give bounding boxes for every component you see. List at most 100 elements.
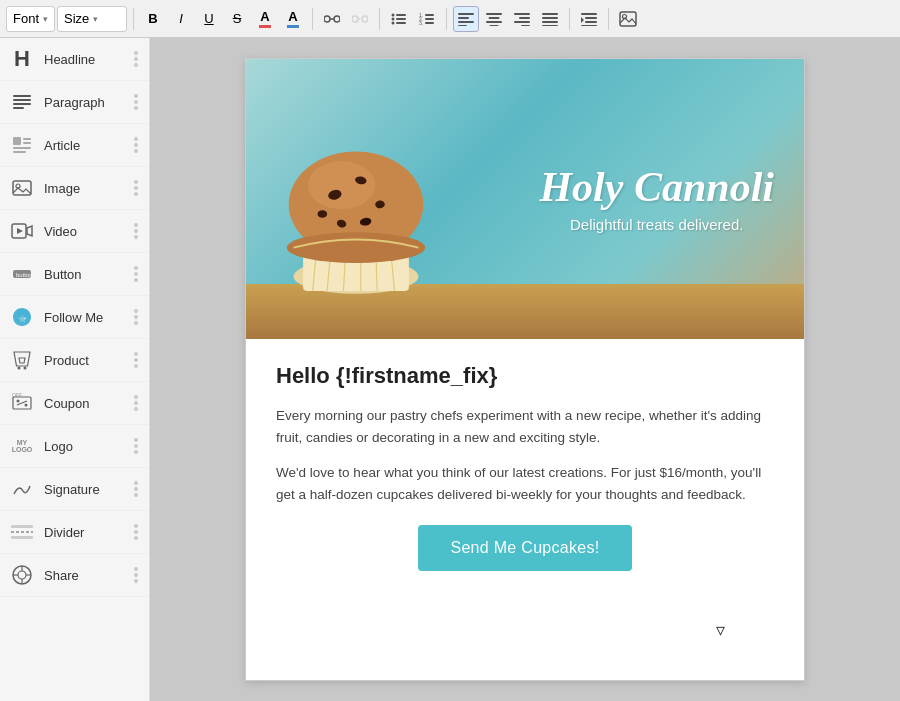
highlight-color-button[interactable]: A: [280, 6, 306, 32]
cta-button[interactable]: Send Me Cupcakes!: [418, 525, 631, 571]
align-center-button[interactable]: [481, 6, 507, 32]
drag-handle: [133, 481, 139, 497]
bold-button[interactable]: B: [140, 6, 166, 32]
sidebar-item-headline[interactable]: H Headline: [0, 38, 149, 81]
svg-rect-34: [585, 21, 597, 23]
drag-handle: [133, 524, 139, 540]
align-left-button[interactable]: [453, 6, 479, 32]
sidebar-item-paragraph[interactable]: Paragraph: [0, 81, 149, 124]
svg-rect-1: [334, 16, 340, 22]
drag-handle: [133, 137, 139, 153]
image-icon: [10, 176, 34, 200]
svg-text:3.: 3.: [419, 20, 423, 26]
email-greeting: Hello {!firstname_fix}: [276, 363, 774, 389]
button-label: Button: [44, 267, 123, 282]
svg-rect-45: [23, 142, 31, 144]
link-button[interactable]: [319, 6, 345, 32]
sep5: [569, 8, 570, 30]
svg-rect-9: [396, 22, 406, 24]
logo-icon: MYLOGO: [10, 434, 34, 458]
sidebar-item-share[interactable]: Share: [0, 554, 149, 597]
sidebar-item-video[interactable]: Video: [0, 210, 149, 253]
sep6: [608, 8, 609, 30]
sidebar-item-divider[interactable]: Divider: [0, 511, 149, 554]
italic-button[interactable]: I: [168, 6, 194, 32]
align-right-button[interactable]: [509, 6, 535, 32]
size-dropdown[interactable]: Size ▾: [57, 6, 127, 32]
svg-rect-33: [585, 17, 597, 19]
divider-label: Divider: [44, 525, 123, 540]
svg-point-66: [18, 571, 26, 579]
font-dropdown[interactable]: Font ▾: [6, 6, 55, 32]
font-label: Font: [13, 11, 39, 26]
svg-rect-0: [324, 16, 330, 22]
hero-image: Holy Cannoli Delightful treats delivered…: [246, 59, 804, 339]
align-right-icon: [514, 12, 530, 26]
unlink-button[interactable]: [347, 6, 373, 32]
svg-rect-35: [581, 25, 597, 26]
list-unordered-icon: [391, 12, 407, 26]
svg-rect-20: [486, 13, 502, 15]
headline-icon: H: [10, 47, 34, 71]
drag-handle: [133, 51, 139, 67]
svg-text:button: button: [16, 272, 33, 278]
svg-point-55: [18, 367, 21, 370]
email-preview: Holy Cannoli Delightful treats delivered…: [245, 58, 805, 681]
main-layout: H Headline Paragraph Article Image: [0, 38, 900, 701]
image-insert-button[interactable]: [615, 6, 641, 32]
list-ordered-button[interactable]: 1. 2. 3.: [414, 6, 440, 32]
cta-container: Send Me Cupcakes!: [276, 525, 774, 571]
drag-handle: [133, 180, 139, 196]
indent-button[interactable]: [576, 6, 602, 32]
align-justify-button[interactable]: [537, 6, 563, 32]
share-icon: [10, 563, 34, 587]
svg-rect-46: [13, 147, 31, 149]
sidebar-item-product[interactable]: Product: [0, 339, 149, 382]
list-unordered-button[interactable]: [386, 6, 412, 32]
svg-point-56: [24, 367, 27, 370]
sidebar-item-coupon[interactable]: OFF Coupon: [0, 382, 149, 425]
paragraph-icon: [10, 90, 34, 114]
svg-rect-29: [542, 17, 558, 19]
email-body: Hello {!firstname_fix} Every morning our…: [246, 339, 804, 601]
list-ordered-icon: 1. 2. 3.: [419, 12, 435, 26]
svg-marker-52: [17, 228, 23, 234]
svg-rect-18: [458, 21, 474, 23]
svg-rect-28: [542, 13, 558, 15]
follow-me-icon: [10, 305, 34, 329]
sidebar-item-follow-me[interactable]: Follow Me: [0, 296, 149, 339]
drag-handle: [133, 266, 139, 282]
size-arrow: ▾: [93, 14, 98, 24]
sidebar-item-button[interactable]: button Button: [0, 253, 149, 296]
sidebar-item-image[interactable]: Image: [0, 167, 149, 210]
hero-title: Holy Cannoli: [539, 164, 774, 210]
hero-subtitle: Delightful treats delivered.: [539, 217, 774, 234]
sidebar-item-signature[interactable]: Signature: [0, 468, 149, 511]
image-label: Image: [44, 181, 123, 196]
svg-rect-26: [514, 21, 530, 23]
svg-rect-16: [458, 13, 474, 15]
svg-point-4: [392, 13, 395, 16]
sidebar-item-logo[interactable]: MYLOGO Logo: [0, 425, 149, 468]
drag-handle: [133, 395, 139, 411]
canvas-area: Holy Cannoli Delightful treats delivered…: [150, 38, 900, 701]
link-icon: [324, 14, 340, 24]
sep2: [312, 8, 313, 30]
svg-rect-62: [11, 525, 33, 528]
svg-rect-27: [521, 25, 530, 26]
size-label: Size: [64, 11, 89, 26]
svg-rect-43: [13, 137, 21, 145]
svg-rect-19: [458, 25, 467, 26]
drag-handle: [133, 223, 139, 239]
font-color-button[interactable]: A: [252, 6, 278, 32]
svg-rect-7: [396, 18, 406, 20]
underline-button[interactable]: U: [196, 6, 222, 32]
video-icon: [10, 219, 34, 243]
svg-rect-13: [425, 18, 434, 20]
font-arrow: ▾: [43, 14, 48, 24]
strikethrough-button[interactable]: S: [224, 6, 250, 32]
svg-point-59: [25, 404, 28, 407]
drag-handle: [133, 309, 139, 325]
sidebar-item-article[interactable]: Article: [0, 124, 149, 167]
svg-rect-40: [13, 99, 31, 101]
